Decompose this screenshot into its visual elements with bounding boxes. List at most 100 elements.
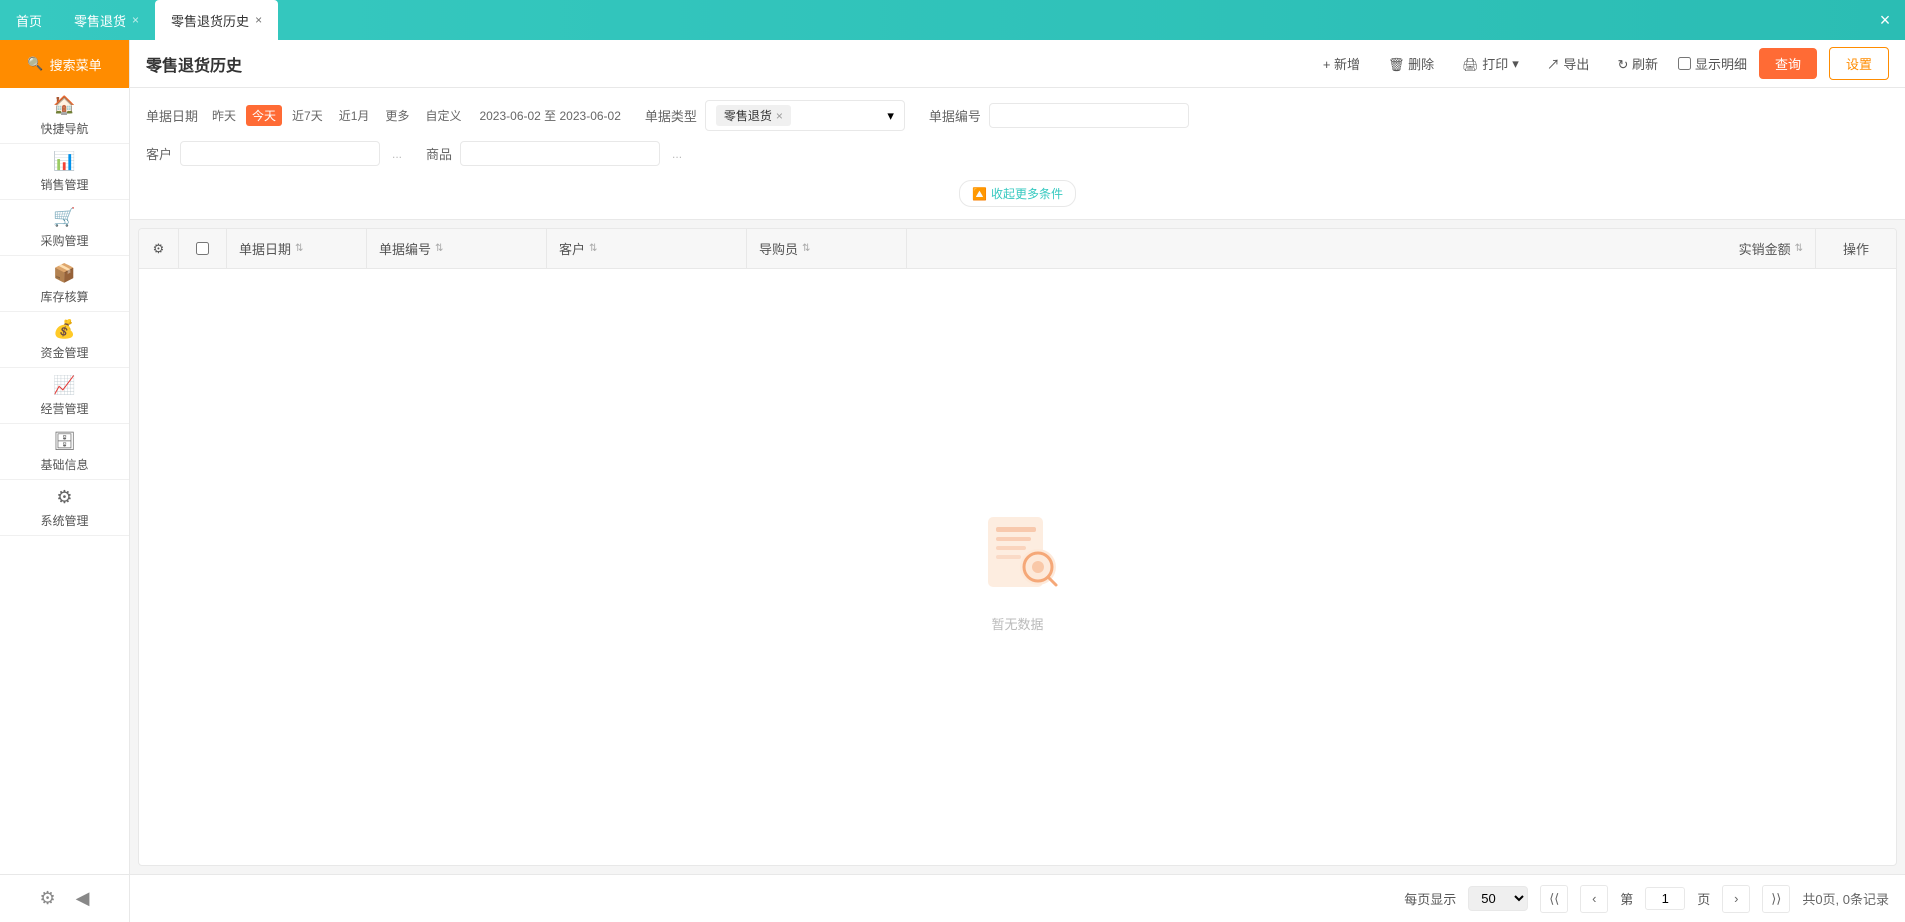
empty-state: 暂无数据	[139, 269, 1896, 865]
date-sort-icon: ⇅	[295, 243, 303, 254]
sidebar-item-finance-label: 资金管理	[40, 344, 88, 361]
empty-illustration	[968, 502, 1068, 602]
operations-icon: 📈	[53, 375, 75, 396]
doc-type-remove-icon[interactable]: ×	[776, 109, 783, 123]
th-operation-label: 操作	[1843, 239, 1869, 258]
sidebar-item-finance[interactable]: 💰 资金管理	[0, 312, 129, 368]
table-area: ⚙ 单据日期 ⇅ 单据编号 ⇅ 客户 ⇅ 导购员 ⇅	[138, 228, 1897, 866]
page-size-select[interactable]: 20 50 100	[1468, 886, 1528, 911]
sidebar-search[interactable]: 🔍 搜索菜单	[0, 40, 129, 88]
sidebar-item-sales-label: 销售管理	[40, 176, 88, 193]
sidebar-item-operations[interactable]: 📈 经营管理	[0, 368, 129, 424]
window-close-button[interactable]: ×	[1865, 0, 1905, 40]
doc-no-filter-group: 单据编号	[929, 103, 1189, 128]
collapse-up-icon: 🔼	[972, 187, 987, 201]
collapse-label: 收起更多条件	[991, 185, 1063, 202]
th-doc-no-label: 单据编号	[379, 239, 431, 258]
tab-retail-return-history-label: 零售退货历史	[171, 11, 249, 30]
doc-type-filter-group: 单据类型 零售退货 × ▾	[645, 100, 905, 131]
collapse-sidebar-icon[interactable]: ◀	[76, 888, 90, 909]
date-filter-group: 单据日期 昨天 今天 近7天 近1月 更多 自定义 2023-06-02 至 2…	[146, 105, 621, 126]
purchase-icon: 🛒	[53, 207, 75, 228]
sidebar-item-inventory-label: 库存核算	[40, 288, 88, 305]
sidebar-item-quick-nav-label: 快捷导航	[40, 120, 88, 137]
empty-text: 暂无数据	[991, 614, 1043, 633]
toolbar: + 新增 🗑 删除 🖨 打印 ▾ ↗ 导出 ↻ 刷新 显示明细	[1315, 47, 1889, 80]
sidebar-item-purchase[interactable]: 🛒 采购管理	[0, 200, 129, 256]
prev-page-button[interactable]: ‹	[1580, 885, 1608, 913]
th-setting[interactable]: ⚙	[139, 229, 179, 268]
th-customer[interactable]: 客户 ⇅	[547, 229, 747, 268]
delete-label: 🗑 删除	[1388, 54, 1434, 73]
sales-icon: 📊	[53, 151, 75, 172]
pagination-bar: 每页显示 20 50 100 ⟨⟨ ‹ 第 页 › ⟩⟩ 共0页, 0条记录	[130, 874, 1905, 922]
tab-retail-return-history[interactable]: 零售退货历史 ×	[155, 0, 278, 40]
th-checkbox[interactable]	[179, 229, 227, 268]
page-label: 页	[1697, 889, 1710, 908]
total-info: 共0页, 0条记录	[1802, 889, 1889, 908]
sidebar-item-system[interactable]: ⚙ 系统管理	[0, 480, 129, 536]
new-button[interactable]: + 新增	[1315, 50, 1368, 77]
date-shortcut-7days[interactable]: 近7天	[286, 105, 329, 126]
doc-type-tag: 零售退货 ×	[716, 105, 791, 126]
content-area: 零售退货历史 + 新增 🗑 删除 🖨 打印 ▾ ↗ 导出 ↻ 刷新	[130, 40, 1905, 922]
base-info-icon: 🗄	[53, 431, 76, 452]
date-filter-label: 单据日期	[146, 106, 198, 125]
date-shortcut-yesterday[interactable]: 昨天	[206, 105, 242, 126]
print-label: 🖨 打印	[1462, 54, 1508, 73]
sidebar-item-quick-nav[interactable]: 🏠 快捷导航	[0, 88, 129, 144]
sidebar-item-sales[interactable]: 📊 销售管理	[0, 144, 129, 200]
collapse-button[interactable]: 🔼 收起更多条件	[959, 180, 1076, 207]
first-page-button[interactable]: ⟨⟨	[1540, 885, 1568, 913]
query-button[interactable]: 查询	[1759, 48, 1817, 79]
tab-retail-return-history-close[interactable]: ×	[255, 13, 262, 27]
settings-button[interactable]: 设置	[1829, 47, 1889, 80]
print-button[interactable]: 🖨 打印 ▾	[1454, 50, 1527, 77]
tab-retail-return-close[interactable]: ×	[132, 13, 139, 27]
display-detail-label: 显示明细	[1695, 54, 1747, 73]
guide-sort-icon: ⇅	[802, 243, 810, 254]
th-guide[interactable]: 导购员 ⇅	[747, 229, 907, 268]
doc-no-label: 单据编号	[929, 106, 981, 125]
page-number-input[interactable]	[1645, 887, 1685, 910]
main-layout: 🔍 搜索菜单 🏠 快捷导航 📊 销售管理 🛒 采购管理 📦 库存核算 💰 资金管…	[0, 40, 1905, 922]
th-operation: 操作	[1816, 229, 1896, 268]
date-shortcut-custom[interactable]: 自定义	[419, 105, 467, 126]
tab-home[interactable]: 首页	[0, 0, 58, 40]
doc-type-select[interactable]: 零售退货 × ▾	[705, 100, 905, 131]
delete-button[interactable]: 🗑 删除	[1380, 50, 1442, 77]
display-detail-checkbox[interactable]	[1678, 57, 1691, 70]
new-label: + 新增	[1323, 54, 1360, 73]
table-header: ⚙ 单据日期 ⇅ 单据编号 ⇅ 客户 ⇅ 导购员 ⇅	[139, 229, 1896, 269]
last-page-button[interactable]: ⟩⟩	[1762, 885, 1790, 913]
refresh-label: ↻ 刷新	[1617, 54, 1658, 73]
th-date-label: 单据日期	[239, 239, 291, 258]
sidebar-item-inventory[interactable]: 📦 库存核算	[0, 256, 129, 312]
th-amount[interactable]: 实销金额 ⇅	[907, 229, 1816, 268]
next-page-button[interactable]: ›	[1722, 885, 1750, 913]
date-shortcut-today[interactable]: 今天	[246, 105, 282, 126]
export-button[interactable]: ↗ 导出	[1539, 50, 1598, 77]
settings-icon[interactable]: ⚙	[40, 888, 56, 909]
sidebar-item-base-info[interactable]: 🗄 基础信息	[0, 424, 129, 480]
customer-label: 客户	[146, 144, 172, 163]
system-icon: ⚙	[56, 487, 72, 508]
goods-input[interactable]	[460, 141, 660, 166]
doc-no-input[interactable]	[989, 103, 1189, 128]
select-all-checkbox[interactable]	[196, 242, 209, 255]
date-shortcut-1month[interactable]: 近1月	[333, 105, 376, 126]
date-shortcuts: 昨天 今天 近7天 近1月 更多 自定义	[206, 105, 467, 126]
tab-retail-return[interactable]: 零售退货 ×	[58, 0, 155, 40]
th-doc-no[interactable]: 单据编号 ⇅	[367, 229, 547, 268]
top-bar: 首页 零售退货 × 零售退货历史 × ×	[0, 0, 1905, 40]
refresh-button[interactable]: ↻ 刷新	[1609, 50, 1666, 77]
filter-row-2: 客户 ... 商品 ...	[146, 141, 1889, 166]
date-range-display[interactable]: 2023-06-02 至 2023-06-02	[479, 107, 620, 124]
th-date[interactable]: 单据日期 ⇅	[227, 229, 367, 268]
export-label: ↗ 导出	[1547, 54, 1590, 73]
customer-dots: ...	[392, 147, 402, 161]
date-shortcut-more[interactable]: 更多	[379, 105, 415, 126]
customer-input[interactable]	[180, 141, 380, 166]
search-icon: 🔍	[27, 56, 43, 72]
page-title: 零售退货历史	[146, 52, 1315, 76]
